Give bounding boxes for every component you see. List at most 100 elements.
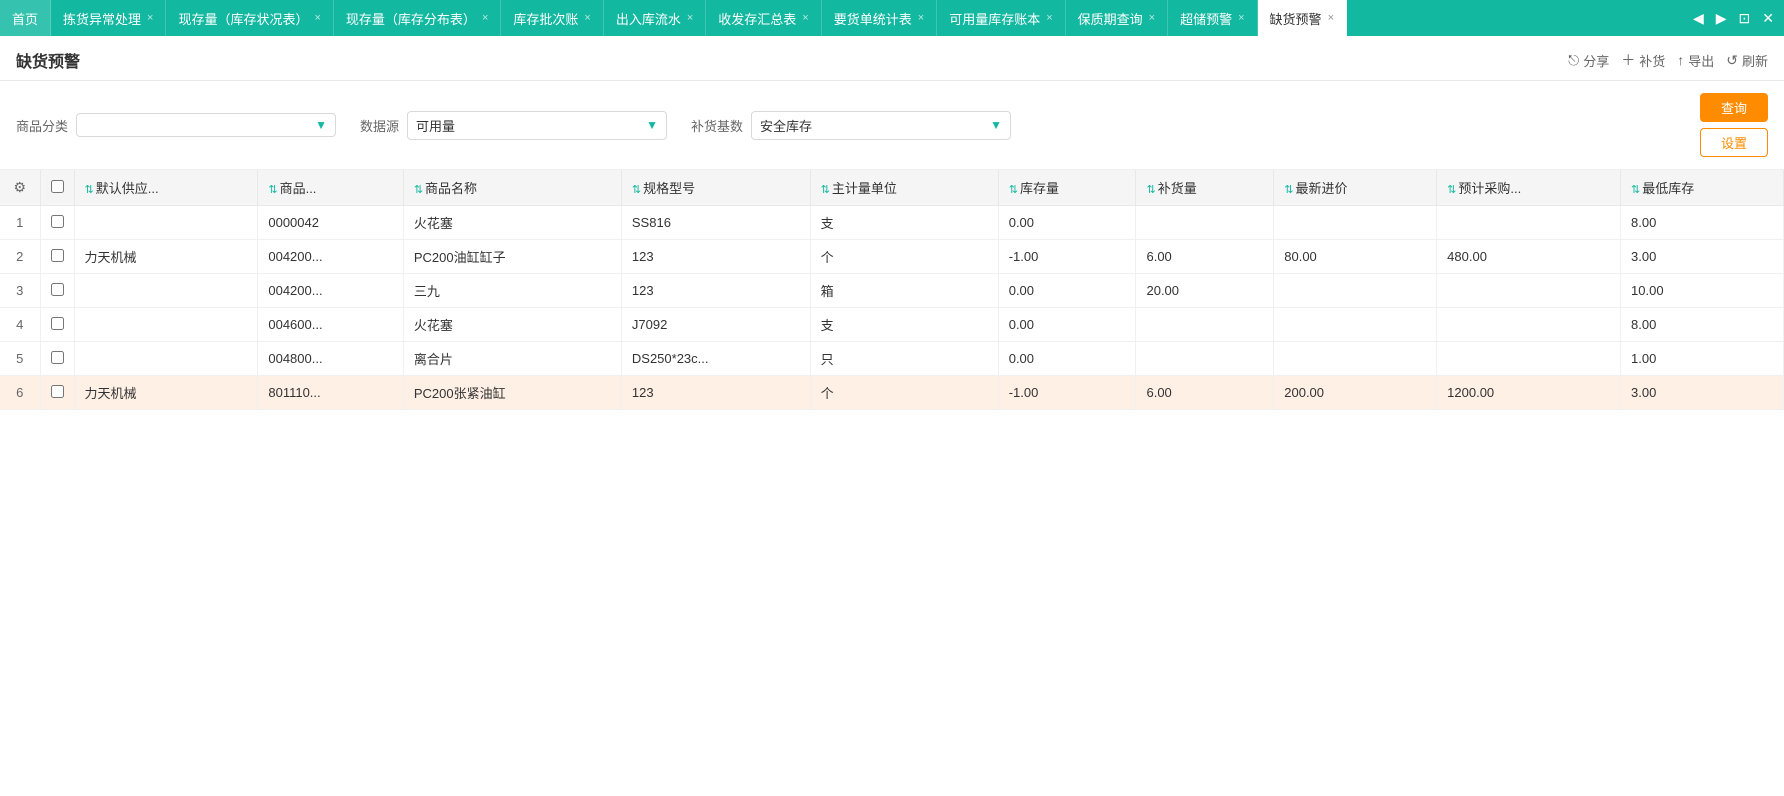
close-tab-8[interactable]: × — [1046, 12, 1052, 24]
column-replenish[interactable]: ⇅补货量 — [1136, 170, 1274, 206]
column-default-supplier[interactable]: ⇅默认供应... — [74, 170, 258, 206]
replenish-icon: ＋ — [1621, 50, 1635, 70]
refresh-button[interactable]: ↺ 刷新 — [1726, 51, 1768, 70]
tab-shortage-warning[interactable]: 缺货预警 × — [1258, 0, 1347, 36]
tab-home[interactable]: 首页 — [0, 0, 51, 36]
row-est-purchase — [1437, 342, 1621, 376]
tab-receipt-summary[interactable]: 收发存汇总表 × — [706, 0, 821, 36]
row-checkbox-cell — [40, 342, 74, 376]
row-num: 6 — [0, 376, 40, 410]
close-tab-4[interactable]: × — [584, 12, 590, 24]
close-tab-5[interactable]: × — [687, 12, 693, 24]
row-checkbox-cell — [40, 206, 74, 240]
row-replenish — [1136, 206, 1274, 240]
query-button[interactable]: 查询 — [1700, 93, 1768, 122]
column-min-stock[interactable]: ⇅最低库存 — [1621, 170, 1784, 206]
row-checkbox-cell — [40, 308, 74, 342]
replenish-basis-select[interactable]: 安全库存 ▼ — [751, 111, 1011, 140]
row-unit: 支 — [810, 206, 998, 240]
replenish-button[interactable]: ＋ 补货 — [1621, 50, 1665, 70]
tab-available-ledger[interactable]: 可用量库存账本 × — [937, 0, 1065, 36]
tab-inventory-dist[interactable]: 现存量（库存分布表） × — [334, 0, 501, 36]
category-label: 商品分类 — [16, 116, 68, 135]
close-tab-1[interactable]: × — [147, 12, 153, 24]
close-tab-2[interactable]: × — [314, 12, 320, 24]
row-checkbox[interactable] — [51, 283, 64, 296]
datasource-label: 数据源 — [360, 116, 399, 135]
row-goods-code: 004200... — [258, 274, 403, 308]
row-checkbox[interactable] — [51, 215, 64, 228]
nav-close-icon[interactable]: ✕ — [1756, 10, 1780, 27]
row-replenish: 6.00 — [1136, 376, 1274, 410]
tab-overstock-warning[interactable]: 超储预警 × — [1168, 0, 1257, 36]
table-row: 2 力天机械 004200... PC200油缸缸子 123 个 -1.00 6… — [0, 240, 1784, 274]
nav-next-icon[interactable]: ▶ — [1710, 10, 1733, 27]
tab-demand-stats[interactable]: 要货单统计表 × — [822, 0, 937, 36]
close-tab-3[interactable]: × — [482, 12, 488, 24]
datasource-filter-group: 数据源 可用量 ▼ — [360, 111, 667, 140]
row-unit: 箱 — [810, 274, 998, 308]
column-latest-price[interactable]: ⇅最新进价 — [1274, 170, 1437, 206]
column-est-purchase[interactable]: ⇅预计采购... — [1437, 170, 1621, 206]
tab-batch-account[interactable]: 库存批次账 × — [501, 0, 603, 36]
row-latest-price — [1274, 206, 1437, 240]
replenish-basis-label: 补货基数 — [691, 116, 743, 135]
table-row: 1 0000042 火花塞 SS816 支 0.00 8.00 — [0, 206, 1784, 240]
row-checkbox-cell — [40, 274, 74, 308]
column-stock[interactable]: ⇅库存量 — [998, 170, 1136, 206]
export-icon: ↑ — [1677, 52, 1684, 68]
column-gear: ⚙ — [0, 170, 40, 206]
row-checkbox[interactable] — [51, 317, 64, 330]
tab-picking-exception[interactable]: 拣货异常处理 × — [51, 0, 166, 36]
row-spec: DS250*23c... — [621, 342, 810, 376]
replenish-basis-filter-group: 补货基数 安全库存 ▼ — [691, 111, 1011, 140]
row-checkbox[interactable] — [51, 249, 64, 262]
data-table: ⚙ ⇅默认供应... ⇅商品... ⇅商品名称 ⇅规格型号 ⇅主计量单位 ⇅库存… — [0, 170, 1784, 410]
row-default-supplier — [74, 308, 258, 342]
row-goods-name: PC200油缸缸子 — [403, 240, 621, 274]
gear-icon[interactable]: ⚙ — [13, 179, 26, 195]
close-tab-6[interactable]: × — [802, 12, 808, 24]
row-num: 3 — [0, 274, 40, 308]
row-latest-price — [1274, 308, 1437, 342]
table-row: 4 004600... 火花塞 J7092 支 0.00 8.00 — [0, 308, 1784, 342]
row-stock: 0.00 — [998, 342, 1136, 376]
select-all-checkbox[interactable] — [51, 180, 64, 193]
column-goods-name[interactable]: ⇅商品名称 — [403, 170, 621, 206]
close-tab-11[interactable]: × — [1328, 12, 1334, 24]
row-latest-price — [1274, 342, 1437, 376]
row-checkbox-cell — [40, 240, 74, 274]
close-tab-10[interactable]: × — [1238, 12, 1244, 24]
row-checkbox[interactable] — [51, 385, 64, 398]
nav-restore-icon[interactable]: ⊡ — [1733, 10, 1757, 27]
category-select[interactable]: ▼ — [76, 113, 336, 137]
header-actions: ⎋ 分享 ＋ 补货 ↑ 导出 ↺ 刷新 — [1568, 50, 1768, 70]
tab-inventory-status[interactable]: 现存量（库存状况表） × — [166, 0, 333, 36]
tab-inout-flow[interactable]: 出入库流水 × — [604, 0, 706, 36]
replenish-basis-value: 安全库存 — [760, 116, 812, 135]
row-goods-name: 离合片 — [403, 342, 621, 376]
column-spec[interactable]: ⇅规格型号 — [621, 170, 810, 206]
row-stock: 0.00 — [998, 308, 1136, 342]
nav-controls: ◀ ▶ ⊡ ✕ — [1683, 10, 1784, 27]
row-unit: 个 — [810, 376, 998, 410]
row-stock: 0.00 — [998, 206, 1136, 240]
close-tab-9[interactable]: × — [1149, 12, 1155, 24]
row-spec: 123 — [621, 274, 810, 308]
page-title: 缺货预警 — [16, 48, 80, 72]
tab-expiry-query[interactable]: 保质期查询 × — [1066, 0, 1168, 36]
row-checkbox[interactable] — [51, 351, 64, 364]
column-goods-code[interactable]: ⇅商品... — [258, 170, 403, 206]
table-row: 5 004800... 离合片 DS250*23c... 只 0.00 1.00 — [0, 342, 1784, 376]
share-button[interactable]: ⎋ 分享 — [1568, 51, 1609, 70]
settings-button[interactable]: 设置 — [1700, 128, 1768, 157]
column-unit[interactable]: ⇅主计量单位 — [810, 170, 998, 206]
nav-prev-icon[interactable]: ◀ — [1687, 10, 1710, 27]
filter-actions: 查询 设置 — [1700, 93, 1768, 157]
row-unit: 支 — [810, 308, 998, 342]
row-stock: -1.00 — [998, 240, 1136, 274]
export-button[interactable]: ↑ 导出 — [1677, 51, 1714, 70]
datasource-select[interactable]: 可用量 ▼ — [407, 111, 667, 140]
close-tab-7[interactable]: × — [918, 12, 924, 24]
row-est-purchase: 480.00 — [1437, 240, 1621, 274]
